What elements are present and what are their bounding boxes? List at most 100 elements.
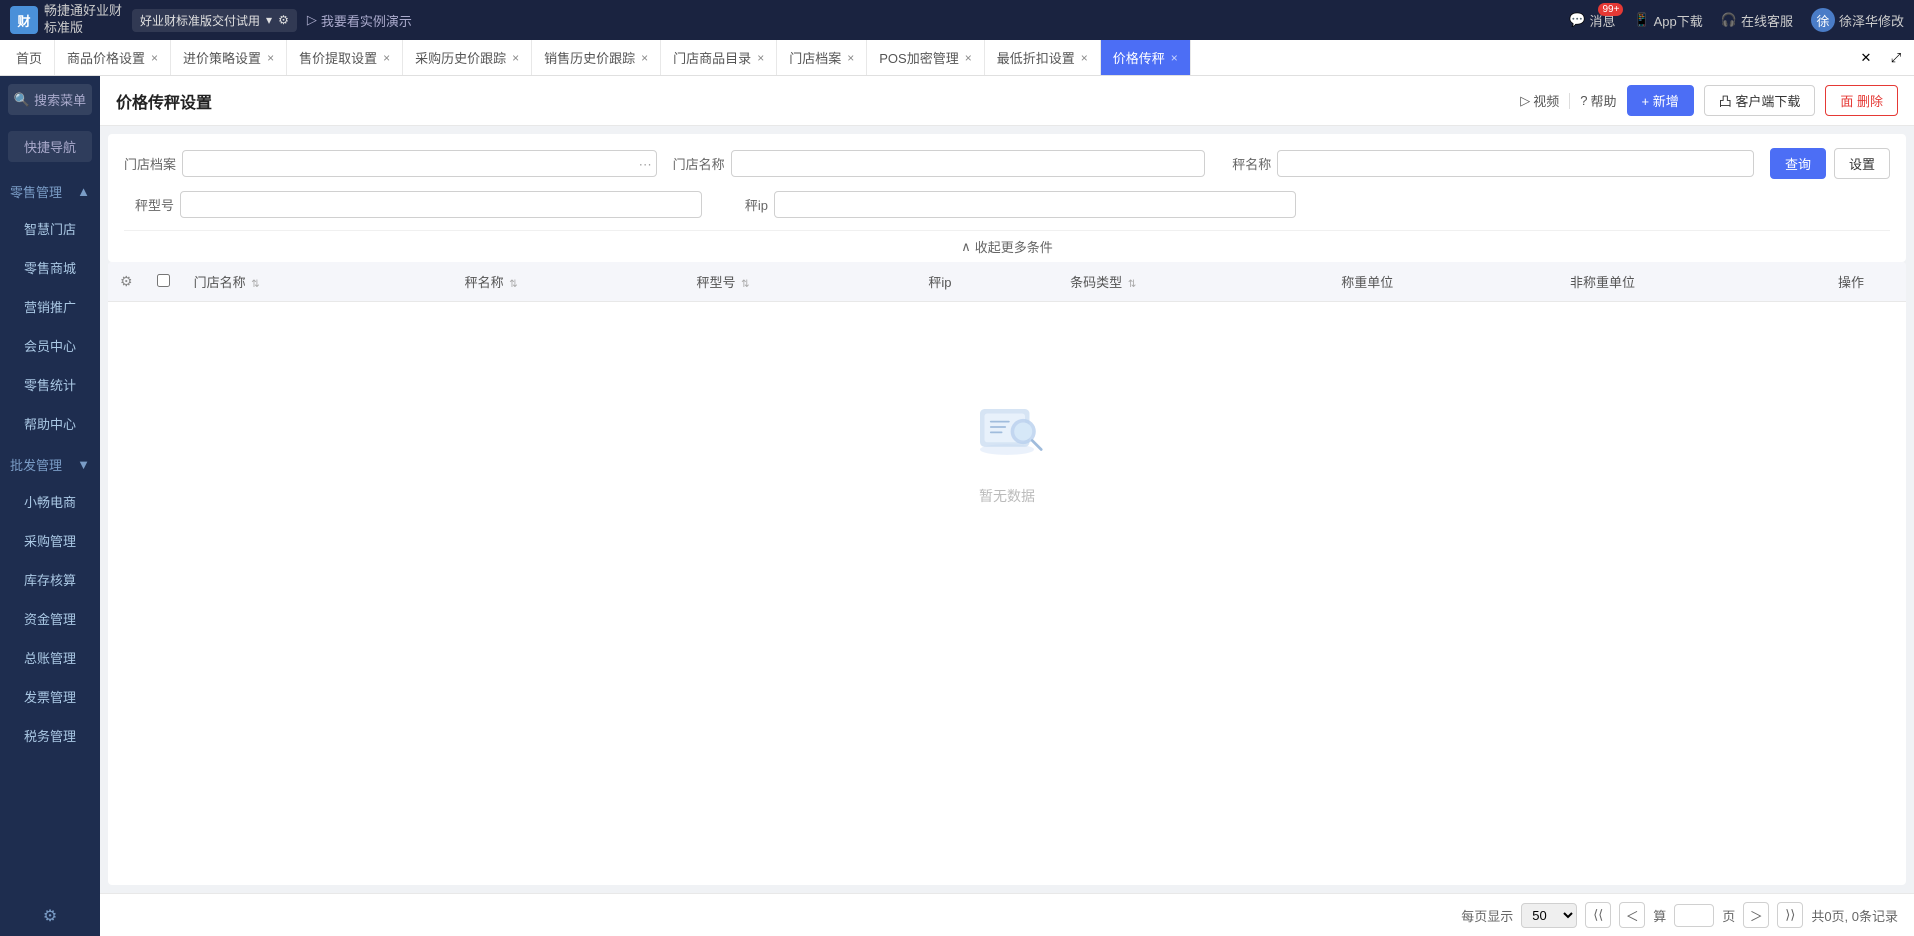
close-tab-button[interactable]: ✕: [1852, 44, 1880, 72]
tab-sales-history[interactable]: 销售历史价跟踪 ×: [532, 40, 661, 76]
tab-sale-price-close[interactable]: ×: [383, 51, 390, 65]
settings-button[interactable]: 设置: [1834, 148, 1890, 179]
tab-min-discount[interactable]: 最低折扣设置 ×: [985, 40, 1101, 76]
app-logo: 财 畅捷通好业财 标准版: [10, 3, 122, 37]
delete-button[interactable]: 面 删除: [1825, 85, 1898, 116]
add-button[interactable]: + 新增: [1627, 85, 1694, 116]
sidebar-item-tax[interactable]: 税务管理: [0, 716, 100, 755]
download-client-button[interactable]: 凸 客户端下载: [1704, 85, 1816, 116]
play-circle-icon: ▷: [1520, 93, 1530, 109]
filter-scale-model-label: 秤型号: [124, 195, 174, 214]
tab-sales-history-label: 销售历史价跟踪: [544, 48, 635, 67]
filter-collapse: ∧ 收起更多条件: [124, 230, 1890, 262]
sidebar-item-member-center[interactable]: 会员中心: [0, 326, 100, 365]
th-checkbox: [145, 262, 182, 302]
store-name-input[interactable]: [731, 150, 1206, 177]
maximize-tab-button[interactable]: ⤢: [1882, 44, 1910, 72]
page-size-label: 每页显示: [1461, 906, 1513, 925]
sort-store-name-icon: ⇅: [251, 279, 259, 290]
version-label: 好业财标准版交付试用: [140, 12, 260, 29]
tab-store-archive-close[interactable]: ×: [847, 51, 854, 65]
select-all-checkbox[interactable]: [157, 274, 170, 287]
messages-badge: 99+: [1598, 3, 1623, 16]
help-link[interactable]: ? 帮助: [1580, 91, 1616, 110]
phone-icon: 📱: [1633, 12, 1649, 28]
version-selector[interactable]: 好业财标准版交付试用 ▾ ⚙: [132, 9, 297, 32]
chevron-down-icon: ▾: [266, 13, 272, 27]
filter-row-1: 门店档案 ··· 门店名称 秤名称 查询: [124, 148, 1890, 179]
app-download-button[interactable]: 📱 App下载: [1633, 11, 1702, 30]
store-archive-ellipsis-button[interactable]: ···: [635, 152, 656, 175]
tab-pos-mgmt[interactable]: POS加密管理 ×: [867, 40, 984, 76]
content-area: 价格传秤设置 ▷ 视频 ? 帮助 + 新增 凸 客户端下载 面 删: [100, 76, 1914, 936]
video-link[interactable]: ▷ 视频: [1520, 91, 1559, 110]
sidebar-item-purchase-mgmt[interactable]: 采购管理: [0, 521, 100, 560]
sort-scale-model-icon: ⇅: [741, 279, 749, 290]
tab-price-scale-close[interactable]: ×: [1171, 51, 1178, 65]
page-unit: 页: [1722, 906, 1735, 925]
collapse-button[interactable]: ∧ 收起更多条件: [961, 237, 1053, 256]
sidebar-item-inventory[interactable]: 库存核算: [0, 560, 100, 599]
tab-bar: 首页 商品价格设置 × 进价策略设置 × 售价提取设置 × 采购历史价跟踪 × …: [0, 40, 1914, 76]
sidebar-item-retail-stats[interactable]: 零售统计: [0, 365, 100, 404]
online-service-button[interactable]: 🎧 在线客服: [1721, 11, 1793, 30]
tab-sale-price[interactable]: 售价提取设置 ×: [287, 40, 403, 76]
sidebar-item-retail-mall[interactable]: 零售商城: [0, 248, 100, 287]
sidebar-item-finance[interactable]: 资金管理: [0, 599, 100, 638]
demo-button[interactable]: ▷ 我要看实例演示: [307, 11, 412, 30]
tab-home[interactable]: 首页: [4, 40, 55, 76]
tab-store-catalog-label: 门店商品目录: [673, 48, 751, 67]
sidebar-settings-button[interactable]: ⚙: [43, 906, 57, 926]
tab-sales-history-close[interactable]: ×: [641, 51, 648, 65]
tab-price-scale[interactable]: 价格传秤 ×: [1101, 40, 1191, 76]
th-scale-ip: 秤ip: [916, 262, 1058, 302]
tab-store-catalog-close[interactable]: ×: [757, 51, 764, 65]
tab-store-catalog[interactable]: 门店商品目录 ×: [661, 40, 777, 76]
tab-goods-price-close[interactable]: ×: [151, 51, 158, 65]
tab-purchase-strategy[interactable]: 进价策略设置 ×: [171, 40, 287, 76]
page-size-select[interactable]: 20 50 100: [1521, 903, 1577, 928]
sidebar-item-help-center[interactable]: 帮助中心: [0, 404, 100, 443]
prev-page-button[interactable]: ＜: [1619, 902, 1645, 928]
tab-goods-price[interactable]: 商品价格设置 ×: [55, 40, 171, 76]
sidebar-item-ecommerce[interactable]: 小畅电商: [0, 482, 100, 521]
settings-icon[interactable]: ⚙: [278, 13, 289, 27]
filter-scale-ip-label: 秤ip: [718, 195, 768, 214]
tab-pos-mgmt-close[interactable]: ×: [965, 51, 972, 65]
chevron-up-icon: ∧: [961, 239, 971, 255]
last-page-button[interactable]: ⟩⟩: [1777, 902, 1803, 928]
tab-store-archive[interactable]: 门店档案 ×: [777, 40, 867, 76]
th-non-weight-unit: 非称重单位: [1558, 262, 1826, 302]
th-ops: 操作: [1826, 262, 1906, 302]
tab-purchase-strategy-close[interactable]: ×: [267, 51, 274, 65]
query-button[interactable]: 查询: [1770, 148, 1826, 179]
headset-icon: 🎧: [1721, 12, 1737, 28]
filter-area: 门店档案 ··· 门店名称 秤名称 查询: [108, 134, 1906, 262]
scale-ip-input[interactable]: [774, 191, 1296, 218]
main-layout: 🔍 搜索菜单 快捷导航 零售管理 ▲ 智慧门店 零售商城 营销推广: [0, 76, 1914, 936]
tab-purchase-history[interactable]: 采购历史价跟踪 ×: [403, 40, 532, 76]
tab-purchase-history-label: 采购历史价跟踪: [415, 48, 506, 67]
first-page-button[interactable]: ⟨⟨: [1585, 902, 1611, 928]
scale-model-input[interactable]: [180, 191, 702, 218]
table-config-button[interactable]: ⚙: [120, 273, 133, 290]
sidebar-section-retail-header[interactable]: 零售管理 ▲: [0, 174, 100, 209]
quick-nav-button[interactable]: 快捷导航: [8, 131, 92, 162]
messages-button[interactable]: 💬 消息 99+: [1569, 11, 1615, 30]
search-menu-button[interactable]: 🔍 搜索菜单: [8, 84, 92, 115]
tab-purchase-history-close[interactable]: ×: [512, 51, 519, 65]
store-archive-input[interactable]: [182, 150, 657, 177]
next-page-button[interactable]: ＞: [1743, 902, 1769, 928]
filter-store-archive-label: 门店档案: [124, 154, 176, 173]
sidebar-item-marketing[interactable]: 营销推广: [0, 287, 100, 326]
sidebar-section-wholesale-header[interactable]: 批发管理 ▼: [0, 447, 100, 482]
logo-text: 畅捷通好业财 标准版: [44, 3, 122, 37]
scale-name-input[interactable]: [1277, 150, 1754, 177]
sidebar-item-invoice[interactable]: 发票管理: [0, 677, 100, 716]
sidebar-item-general-ledger[interactable]: 总账管理: [0, 638, 100, 677]
sidebar-item-smart-store[interactable]: 智慧门店: [0, 209, 100, 248]
page-number-input[interactable]: 1: [1674, 904, 1714, 927]
tab-min-discount-close[interactable]: ×: [1081, 51, 1088, 65]
filter-scale-name: 秤名称: [1221, 150, 1754, 177]
user-info[interactable]: 徐 徐泽华修改: [1811, 8, 1904, 32]
